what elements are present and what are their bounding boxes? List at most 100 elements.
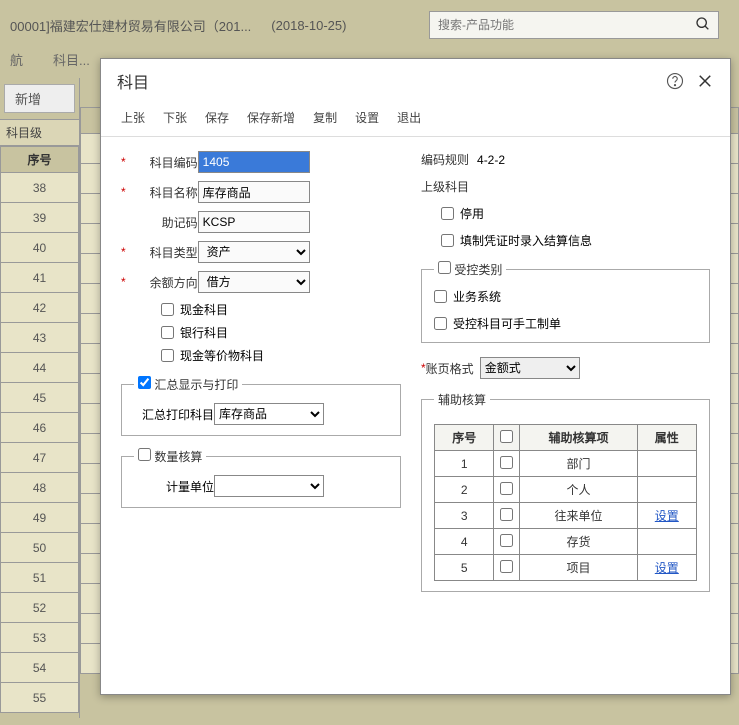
parent-label: 上级科目 (421, 178, 469, 195)
mnemonic-input[interactable] (198, 211, 310, 233)
settle-label: 填制凭证时录入结算信息 (460, 232, 592, 249)
aux-item: 部门 (520, 451, 637, 477)
close-icon[interactable] (696, 72, 714, 90)
company-title: 00001]福建宏仕建材贸易有限公司（201... (10, 16, 251, 35)
settle-check[interactable] (441, 234, 454, 247)
disabled-check[interactable] (441, 207, 454, 220)
type-select[interactable]: 资产 (198, 241, 310, 263)
settings-button[interactable]: 设置 (355, 109, 379, 126)
table-row: 1 部门 (435, 451, 697, 477)
cash-check[interactable] (161, 303, 174, 316)
aux-seq: 5 (435, 555, 494, 581)
new-button[interactable]: 新增 (4, 84, 75, 113)
table-row[interactable]: 44 (0, 353, 79, 383)
table-row[interactable]: 46 (0, 413, 79, 443)
table-row[interactable]: 52 (0, 593, 79, 623)
table-row[interactable]: 50 (0, 533, 79, 563)
next-button[interactable]: 下张 (163, 109, 187, 126)
format-select[interactable]: 金额式 (480, 357, 580, 379)
search-input[interactable] (430, 18, 688, 32)
aux-row-check[interactable] (500, 482, 513, 495)
th-attr: 属性 (637, 425, 696, 451)
table-row[interactable]: 41 (0, 263, 79, 293)
table-row: 2 个人 (435, 477, 697, 503)
save-button[interactable]: 保存 (205, 109, 229, 126)
aux-config-link[interactable]: 设置 (655, 561, 679, 575)
table-row[interactable]: 39 (0, 203, 79, 233)
table-row[interactable]: 45 (0, 383, 79, 413)
table-row: 5 项目 设置 (435, 555, 697, 581)
aux-legend: 辅助核算 (434, 391, 490, 408)
save-new-button[interactable]: 保存新增 (247, 109, 295, 126)
aux-seq: 2 (435, 477, 494, 503)
aux-item: 往来单位 (520, 503, 637, 529)
dir-select[interactable]: 借方 (198, 271, 310, 293)
table-row[interactable]: 53 (0, 623, 79, 653)
aux-item: 项目 (520, 555, 637, 581)
summary-toggle[interactable] (138, 376, 151, 389)
aux-item: 存货 (520, 529, 637, 555)
rule-value: 4-2-2 (477, 153, 505, 167)
table-row[interactable]: 42 (0, 293, 79, 323)
table-row[interactable]: 51 (0, 563, 79, 593)
aux-row-check[interactable] (500, 508, 513, 521)
summary-label: 汇总打印科目 (134, 406, 214, 423)
manual-check[interactable] (434, 317, 447, 330)
table-row: 4存货 (435, 529, 697, 555)
help-icon[interactable] (666, 72, 684, 90)
table-row[interactable]: 43 (0, 323, 79, 353)
mnemonic-label: 助记码 (128, 214, 198, 231)
code-input[interactable] (198, 151, 310, 173)
aux-row-check[interactable] (500, 560, 513, 573)
bank-label: 银行科目 (180, 324, 228, 341)
tab-account[interactable]: 科目... (53, 50, 90, 78)
level-label: 科目级 (0, 119, 79, 146)
th-seq: 序号 (435, 425, 494, 451)
exit-button[interactable]: 退出 (397, 109, 421, 126)
prev-button[interactable]: 上张 (121, 109, 145, 126)
search-box (429, 11, 719, 39)
controlled-fieldset: 受控类别 业务系统 受控科目可手工制单 (421, 261, 710, 343)
table-row[interactable]: 49 (0, 503, 79, 533)
cash-equiv-check[interactable] (161, 349, 174, 362)
table-row[interactable]: 54 (0, 653, 79, 683)
qty-select[interactable] (214, 475, 324, 497)
aux-config-link[interactable]: 设置 (655, 509, 679, 523)
summary-select[interactable]: 库存商品 (214, 403, 324, 425)
th-item: 辅助核算项 (520, 425, 637, 451)
biz-sys-label: 业务系统 (453, 288, 501, 305)
table-row[interactable]: 38 (0, 173, 79, 203)
cash-equiv-label: 现金等价物科目 (180, 347, 264, 364)
account-modal: 科目 上张 下张 保存 保存新增 复制 设置 退出 *科目编码 *科目名称 *助… (100, 58, 731, 695)
dir-label: 余额方向 (128, 274, 198, 291)
type-label: 科目类型 (128, 244, 198, 261)
aux-check-all[interactable] (500, 430, 513, 443)
tab-nav[interactable]: 航 (10, 50, 23, 78)
seq-header: 序号 (0, 146, 79, 173)
date-label: (2018-10-25) (271, 18, 346, 33)
name-input[interactable] (198, 181, 310, 203)
qty-label: 计量单位 (134, 478, 214, 495)
aux-seq: 1 (435, 451, 494, 477)
cash-label: 现金科目 (180, 301, 228, 318)
aux-row-check[interactable] (500, 534, 513, 547)
manual-label: 受控科目可手工制单 (453, 315, 561, 332)
table-row[interactable]: 40 (0, 233, 79, 263)
table-row[interactable]: 55 (0, 683, 79, 713)
table-row[interactable]: 48 (0, 473, 79, 503)
table-row[interactable]: 47 (0, 443, 79, 473)
aux-row-check[interactable] (500, 456, 513, 469)
summary-fieldset: 汇总显示与打印 汇总打印科目库存商品 (121, 376, 401, 436)
search-button[interactable] (688, 12, 718, 38)
qty-fieldset: 数量核算 计量单位 (121, 448, 401, 508)
qty-toggle[interactable] (138, 448, 151, 461)
aux-seq: 3 (435, 503, 494, 529)
bank-check[interactable] (161, 326, 174, 339)
aux-table: 序号 辅助核算项 属性 1部门2个人3往来单位设置4存货5项目设置 (434, 424, 697, 581)
biz-sys-check[interactable] (434, 290, 447, 303)
code-label: 科目编码 (128, 154, 198, 171)
copy-button[interactable]: 复制 (313, 109, 337, 126)
aux-item: 个人 (520, 477, 637, 503)
search-icon (695, 16, 711, 32)
controlled-toggle[interactable] (438, 261, 451, 274)
